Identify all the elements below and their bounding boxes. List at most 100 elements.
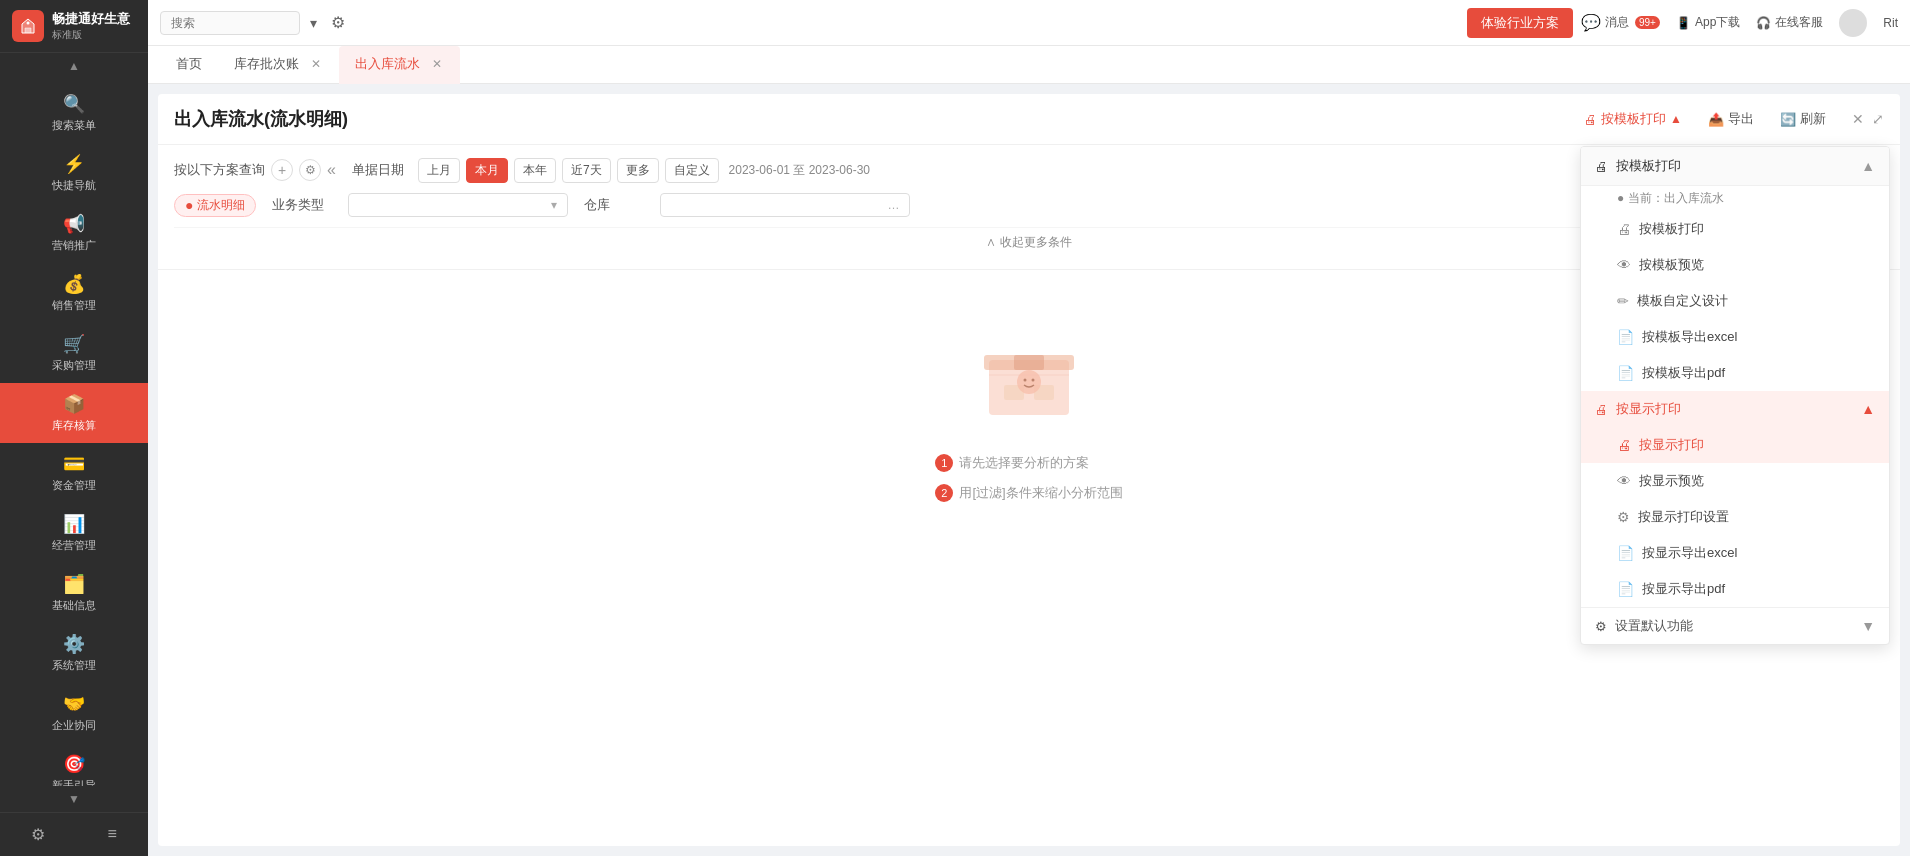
sidebar-item-operation[interactable]: 📊 经营管理	[0, 503, 148, 563]
sidebar-item-search[interactable]: 🔍 搜索菜单	[0, 83, 148, 143]
sidebar-item-purchase[interactable]: 🛒 采购管理	[0, 323, 148, 383]
dropdown-item-template-custom[interactable]: ✏ 模板自定义设计	[1581, 283, 1889, 319]
marketing-nav-icon: 📢	[63, 213, 85, 235]
dropdown-display-section-header[interactable]: 🖨 按显示打印 ▲	[1581, 391, 1889, 427]
header-app-download[interactable]: 📱 App下载	[1676, 14, 1740, 31]
template-pdf-label: 按模板导出pdf	[1642, 364, 1725, 382]
filter-settings-button[interactable]: ⚙	[299, 159, 321, 181]
sidebar-item-search-label: 搜索菜单	[52, 118, 96, 133]
print-dropdown-chevron-icon[interactable]: ▲	[1670, 112, 1682, 126]
header-gear-icon[interactable]: ⚙	[327, 9, 349, 36]
export-label: 导出	[1728, 110, 1754, 128]
sidebar-item-basic[interactable]: 🗂️ 基础信息	[0, 563, 148, 623]
inventory-nav-icon: 📦	[63, 393, 85, 415]
tab-home[interactable]: 首页	[160, 46, 218, 84]
date-btn-custom[interactable]: 自定义	[665, 158, 719, 183]
sidebar-item-inventory[interactable]: 📦 库存核算	[0, 383, 148, 443]
current-icon: ●	[1617, 191, 1624, 205]
dropdown-header[interactable]: 🖨 按模板打印 ▲	[1581, 147, 1889, 186]
biz-type-select[interactable]: ▾	[348, 193, 568, 217]
window-maximize-icon[interactable]: ⤢	[1872, 111, 1884, 127]
dropdown-item-template-excel[interactable]: 📄 按模板导出excel	[1581, 319, 1889, 355]
purchase-nav-icon: 🛒	[63, 333, 85, 355]
dropdown-item-template-pdf[interactable]: 📄 按模板导出pdf	[1581, 355, 1889, 391]
date-btn-this-year[interactable]: 本年	[514, 158, 556, 183]
trial-industry-button[interactable]: 体验行业方案	[1467, 8, 1573, 38]
tab-batch-close-icon[interactable]: ✕	[309, 57, 323, 71]
page-title: 出入库流水(流水明细)	[174, 107, 348, 131]
tab-flow-close-icon[interactable]: ✕	[430, 57, 444, 71]
tab-batch[interactable]: 库存批次账 ✕	[218, 46, 339, 84]
date-btn-more[interactable]: 更多	[617, 158, 659, 183]
dropdown-item-display-preview[interactable]: 👁 按显示预览	[1581, 463, 1889, 499]
sidebar-item-collab-label: 企业协同	[52, 718, 96, 733]
dropdown-item-template-preview[interactable]: 👁 按模板预览	[1581, 247, 1889, 283]
sidebar-item-finance[interactable]: 💳 资金管理	[0, 443, 148, 503]
refresh-icon: 🔄	[1780, 112, 1796, 127]
scroll-down-arrow[interactable]: ▼	[66, 790, 82, 808]
display-print-icon: 🖨	[1617, 437, 1631, 453]
app-name: 畅捷通好生意	[52, 11, 130, 28]
messages-label: 消息	[1605, 14, 1629, 31]
print-template-button[interactable]: 🖨 按模板打印 ▲	[1576, 106, 1690, 132]
sidebar-item-guide[interactable]: 🎯 新手引导	[0, 743, 148, 786]
printer-icon: 🖨	[1584, 112, 1597, 127]
dropdown-item-template-print[interactable]: 🖨 按模板打印	[1581, 211, 1889, 247]
dropdown-footer[interactable]: ⚙ 设置默认功能 ▼	[1581, 607, 1889, 644]
dropdown-item-display-pdf[interactable]: 📄 按显示导出pdf	[1581, 571, 1889, 607]
sidebar-item-shortcut[interactable]: ⚡ 快捷导航	[0, 143, 148, 203]
basic-nav-icon: 🗂️	[63, 573, 85, 595]
user-avatar[interactable]	[1839, 9, 1867, 37]
header-search-input[interactable]	[160, 11, 300, 35]
sidebar-menu-btn[interactable]: ≡	[107, 825, 116, 844]
sidebar-item-marketing-label: 营销推广	[52, 238, 96, 253]
window-close-icon[interactable]: ✕	[1852, 111, 1864, 127]
template-excel-label: 按模板导出excel	[1642, 328, 1737, 346]
sidebar-item-sales[interactable]: 💰 销售管理	[0, 263, 148, 323]
biz-type-label: 业务类型	[272, 196, 332, 214]
template-excel-icon: 📄	[1617, 329, 1634, 345]
filter-collapse-button[interactable]: «	[327, 161, 336, 179]
template-print-icon: 🖨	[1617, 221, 1631, 237]
dropdown-item-display-excel[interactable]: 📄 按显示导出excel	[1581, 535, 1889, 571]
date-btn-last-month[interactable]: 上月	[418, 158, 460, 183]
scroll-down-indicator: ▼	[0, 786, 148, 812]
top-header: ▾ ⚙ 体验行业方案 💬 消息 99+ 📱 App下载 🎧 在线客服 Rit	[148, 0, 1910, 46]
dropdown-item-display-settings[interactable]: ⚙ 按显示打印设置	[1581, 499, 1889, 535]
sidebar-item-collab[interactable]: 🤝 企业协同	[0, 683, 148, 743]
header-search-dropdown-icon[interactable]: ▾	[306, 11, 321, 35]
date-btn-7days[interactable]: 近7天	[562, 158, 611, 183]
dropdown-item-display-print[interactable]: 🖨 按显示打印	[1581, 427, 1889, 463]
sidebar-item-system[interactable]: ⚙️ 系统管理	[0, 623, 148, 683]
username-label[interactable]: Rit	[1883, 16, 1898, 30]
page-content: 出入库流水(流水明细) 🖨 按模板打印 ▲ 📤 导出 🔄 刷新	[148, 84, 1910, 856]
tag-icon: ●	[185, 197, 193, 213]
sidebar-item-system-label: 系统管理	[52, 658, 96, 673]
footer-expand-icon: ▼	[1861, 618, 1875, 634]
tab-flow[interactable]: 出入库流水 ✕	[339, 46, 460, 84]
header-messages[interactable]: 💬 消息 99+	[1581, 13, 1660, 32]
dropdown-header-expand-icon: ▲	[1861, 158, 1875, 174]
message-icon: 💬	[1581, 13, 1601, 32]
sidebar-item-inventory-label: 库存核算	[52, 418, 96, 433]
filter-add-button[interactable]: +	[271, 159, 293, 181]
filter-tag-liushui[interactable]: ● 流水明细	[174, 194, 256, 217]
tip1-text: 请先选择要分析的方案	[959, 450, 1089, 476]
export-button[interactable]: 📤 导出	[1700, 106, 1762, 132]
step-num-2: 2	[935, 484, 953, 502]
current-text: 当前：出入库流水	[1628, 191, 1724, 205]
refresh-button[interactable]: 🔄 刷新	[1772, 106, 1834, 132]
display-excel-label: 按显示导出excel	[1642, 544, 1737, 562]
logo-area: 畅捷通好生意 标准版	[0, 0, 148, 53]
sidebar-settings-btn[interactable]: ⚙	[31, 825, 45, 844]
sidebar-item-marketing[interactable]: 📢 营销推广	[0, 203, 148, 263]
warehouse-select[interactable]: …	[660, 193, 910, 217]
date-btn-this-month[interactable]: 本月	[466, 158, 508, 183]
display-section-expand-icon: ▲	[1861, 401, 1875, 417]
tip-step-1: 1 请先选择要分析的方案	[935, 450, 1122, 476]
sidebar-item-purchase-label: 采购管理	[52, 358, 96, 373]
header-online-service[interactable]: 🎧 在线客服	[1756, 14, 1823, 31]
scroll-up-arrow[interactable]: ▲	[66, 57, 82, 75]
filter-section-label: 按以下方案查询	[174, 161, 265, 179]
date-range-display: 2023-06-01 至 2023-06-30	[729, 162, 870, 179]
